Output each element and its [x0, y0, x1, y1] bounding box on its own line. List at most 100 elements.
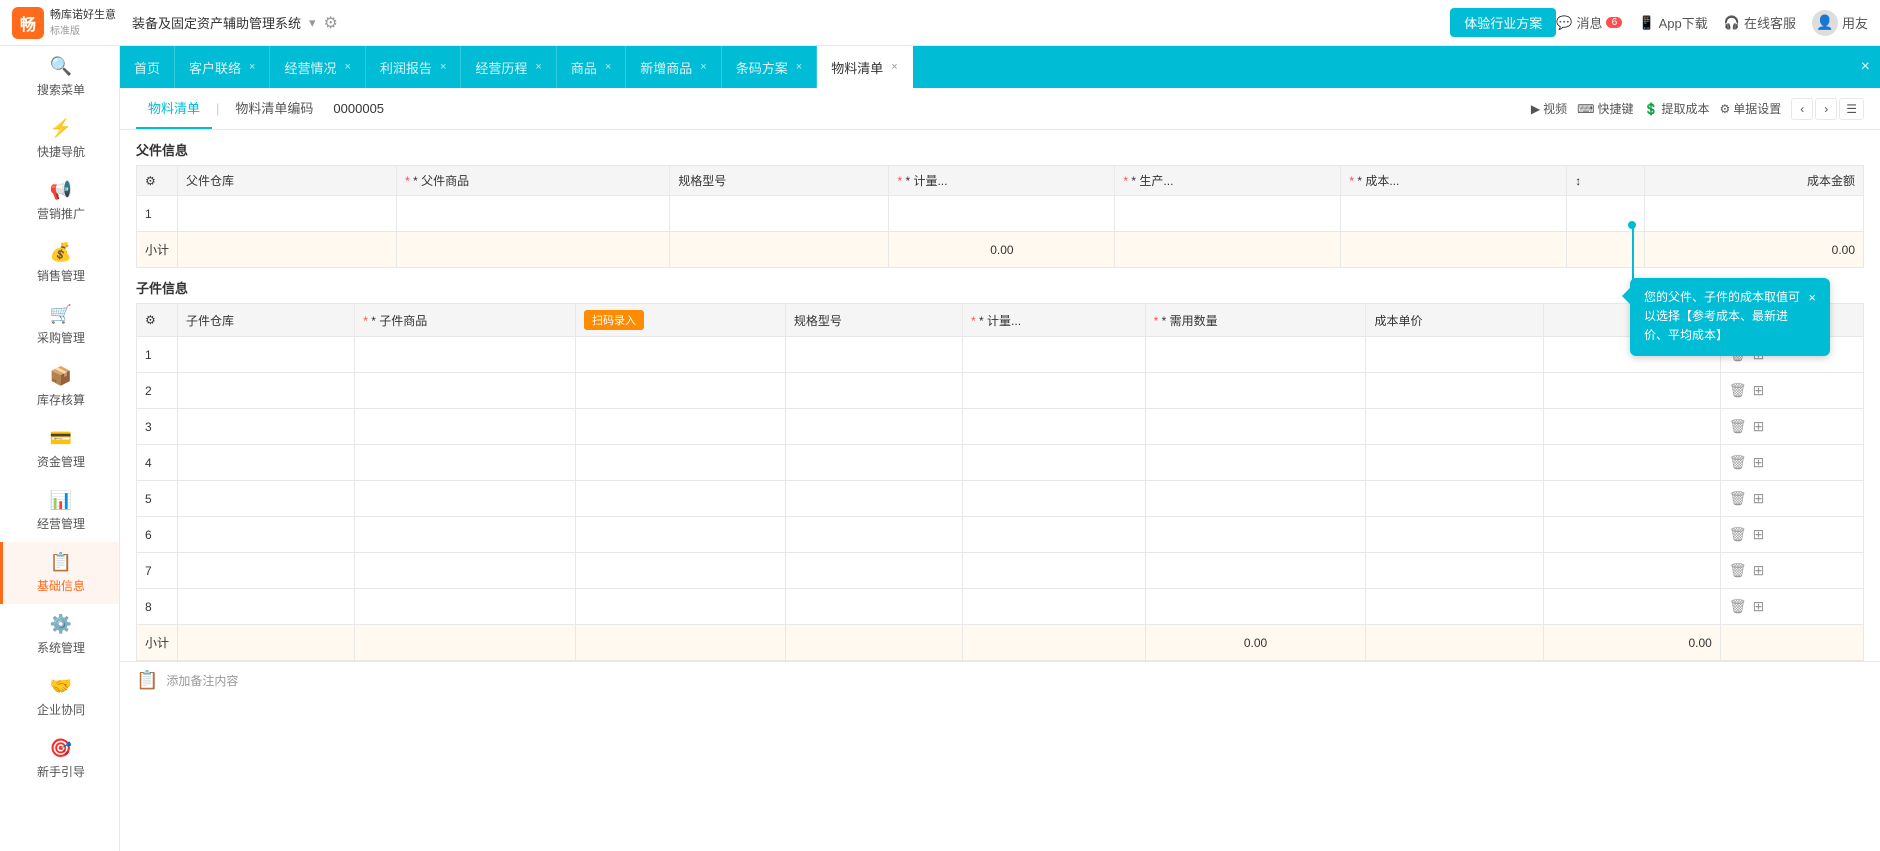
child-row-unit-cost-2[interactable] — [1366, 373, 1543, 409]
delete-icon-3[interactable]: 🗑 — [1729, 418, 1747, 435]
child-row-scan-7[interactable] — [576, 553, 786, 589]
sidebar-item-quicknav[interactable]: ⚡ 快捷导航 — [0, 108, 119, 170]
parent-row-cost-1[interactable] — [1341, 196, 1567, 232]
child-row-amount-5[interactable] — [1543, 481, 1720, 517]
tab-home[interactable]: 首页 — [120, 46, 175, 88]
child-row-unit-cost-7[interactable] — [1366, 553, 1543, 589]
sidebar-item-purchase[interactable]: 🛒 采购管理 — [0, 294, 119, 356]
delete-icon-8[interactable]: 🗑 — [1729, 598, 1747, 615]
tab-profit[interactable]: 利润报告 × — [366, 46, 461, 88]
child-row-scan-1[interactable] — [576, 337, 786, 373]
copy-icon-4[interactable]: ⊞ — [1753, 454, 1765, 471]
child-row-scan-8[interactable] — [576, 589, 786, 625]
copy-icon-7[interactable]: ⊞ — [1753, 562, 1765, 579]
child-row-scan-2[interactable] — [576, 373, 786, 409]
copy-icon-3[interactable]: ⊞ — [1753, 418, 1765, 435]
page-next-btn[interactable]: › — [1815, 98, 1837, 120]
tab-operations-close[interactable]: × — [344, 61, 350, 73]
app-download-button[interactable]: 📱 App下载 — [1638, 13, 1707, 32]
sidebar-item-inventory[interactable]: 📦 库存核算 — [0, 356, 119, 418]
tab-bom[interactable]: 物料清单 × — [817, 46, 912, 88]
parent-row-qty-1[interactable] — [889, 196, 1115, 232]
sub-tab-bom-list[interactable]: 物料清单 — [136, 88, 212, 129]
online-service-button[interactable]: 🎧 在线客服 — [1724, 13, 1796, 32]
child-row-unit-cost-3[interactable] — [1366, 409, 1543, 445]
child-row-spec-8[interactable] — [785, 589, 962, 625]
sidebar-item-search[interactable]: 🔍 搜索菜单 — [0, 46, 119, 108]
shortcut-button[interactable]: ⌨ 快捷键 — [1577, 100, 1633, 117]
tab-goods[interactable]: 商品 × — [557, 46, 626, 88]
child-row-unit-cost-4[interactable] — [1366, 445, 1543, 481]
child-row-warehouse-8[interactable] — [178, 589, 355, 625]
child-row-spec-1[interactable] — [785, 337, 962, 373]
copy-icon-2[interactable]: ⊞ — [1753, 382, 1765, 399]
child-row-warehouse-4[interactable] — [178, 445, 355, 481]
child-row-needed-8[interactable] — [1145, 589, 1366, 625]
child-row-goods-5[interactable] — [355, 481, 576, 517]
child-row-unit-cost-1[interactable] — [1366, 337, 1543, 373]
child-row-qty-3[interactable] — [963, 409, 1146, 445]
child-row-qty-6[interactable] — [963, 517, 1146, 553]
tab-history-close[interactable]: × — [535, 61, 541, 73]
sidebar-item-marketing[interactable]: 📢 营销推广 — [0, 170, 119, 232]
sidebar-item-operations[interactable]: 📊 经营管理 — [0, 480, 119, 542]
tab-bom-close[interactable]: × — [891, 61, 897, 73]
child-row-amount-7[interactable] — [1543, 553, 1720, 589]
child-row-goods-4[interactable] — [355, 445, 576, 481]
child-row-goods-2[interactable] — [355, 373, 576, 409]
parent-row-goods-1[interactable] — [397, 196, 670, 232]
sidebar-item-finance[interactable]: 💳 资金管理 — [0, 418, 119, 480]
child-row-goods-3[interactable] — [355, 409, 576, 445]
copy-icon-5[interactable]: ⊞ — [1753, 490, 1765, 507]
child-row-scan-6[interactable] — [576, 517, 786, 553]
child-row-spec-7[interactable] — [785, 553, 962, 589]
child-row-goods-7[interactable] — [355, 553, 576, 589]
child-row-qty-4[interactable] — [963, 445, 1146, 481]
child-row-qty-2[interactable] — [963, 373, 1146, 409]
child-row-scan-4[interactable] — [576, 445, 786, 481]
copy-icon-8[interactable]: ⊞ — [1753, 598, 1765, 615]
child-row-amount-4[interactable] — [1543, 445, 1720, 481]
child-row-goods-8[interactable] — [355, 589, 576, 625]
sidebar-item-guide[interactable]: 🎯 新手引导 — [0, 728, 119, 790]
child-row-spec-4[interactable] — [785, 445, 962, 481]
child-row-qty-1[interactable] — [963, 337, 1146, 373]
child-row-unit-cost-6[interactable] — [1366, 517, 1543, 553]
child-row-qty-8[interactable] — [963, 589, 1146, 625]
child-row-needed-5[interactable] — [1145, 481, 1366, 517]
tab-operations[interactable]: 经营情况 × — [270, 46, 365, 88]
tab-customer-close[interactable]: × — [249, 61, 255, 73]
child-row-warehouse-1[interactable] — [178, 337, 355, 373]
child-row-warehouse-7[interactable] — [178, 553, 355, 589]
child-row-needed-3[interactable] — [1145, 409, 1366, 445]
delete-icon-5[interactable]: 🗑 — [1729, 490, 1747, 507]
parent-row-amount-1[interactable] — [1644, 196, 1863, 232]
message-button[interactable]: 💬 消息 6 — [1556, 13, 1622, 32]
user-button[interactable]: 👤 用友 — [1812, 10, 1868, 36]
delete-icon-7[interactable]: 🗑 — [1729, 562, 1747, 579]
parent-row-spec-1[interactable] — [670, 196, 889, 232]
tab-newgoods-close[interactable]: × — [700, 61, 706, 73]
tab-newgoods[interactable]: 新增商品 × — [626, 46, 721, 88]
child-settings-icon[interactable]: ⚙ — [145, 313, 156, 327]
tab-close-all-button[interactable]: × — [1851, 58, 1880, 76]
parent-row-prod-1[interactable] — [1115, 196, 1341, 232]
single-setting-button[interactable]: ⚙ 单据设置 — [1719, 100, 1781, 117]
sidebar-item-basic[interactable]: 📋 基础信息 — [0, 542, 119, 604]
parent-row-warehouse-1[interactable] — [178, 196, 397, 232]
child-row-warehouse-3[interactable] — [178, 409, 355, 445]
child-row-qty-5[interactable] — [963, 481, 1146, 517]
cost-button[interactable]: 💲 提取成本 — [1643, 100, 1709, 117]
delete-icon-4[interactable]: 🗑 — [1729, 454, 1747, 471]
child-row-goods-1[interactable] — [355, 337, 576, 373]
trial-button[interactable]: 体验行业方案 — [1450, 8, 1556, 37]
child-row-needed-7[interactable] — [1145, 553, 1366, 589]
child-row-scan-5[interactable] — [576, 481, 786, 517]
sidebar-item-collab[interactable]: 🤝 企业协同 — [0, 666, 119, 728]
delete-icon-6[interactable]: 🗑 — [1729, 526, 1747, 543]
tooltip-close-button[interactable]: × — [1808, 288, 1816, 309]
page-prev-btn[interactable]: ‹ — [1791, 98, 1813, 120]
tab-goods-close[interactable]: × — [605, 61, 611, 73]
child-row-warehouse-6[interactable] — [178, 517, 355, 553]
chevron-down-icon[interactable]: ▾ — [309, 15, 316, 31]
